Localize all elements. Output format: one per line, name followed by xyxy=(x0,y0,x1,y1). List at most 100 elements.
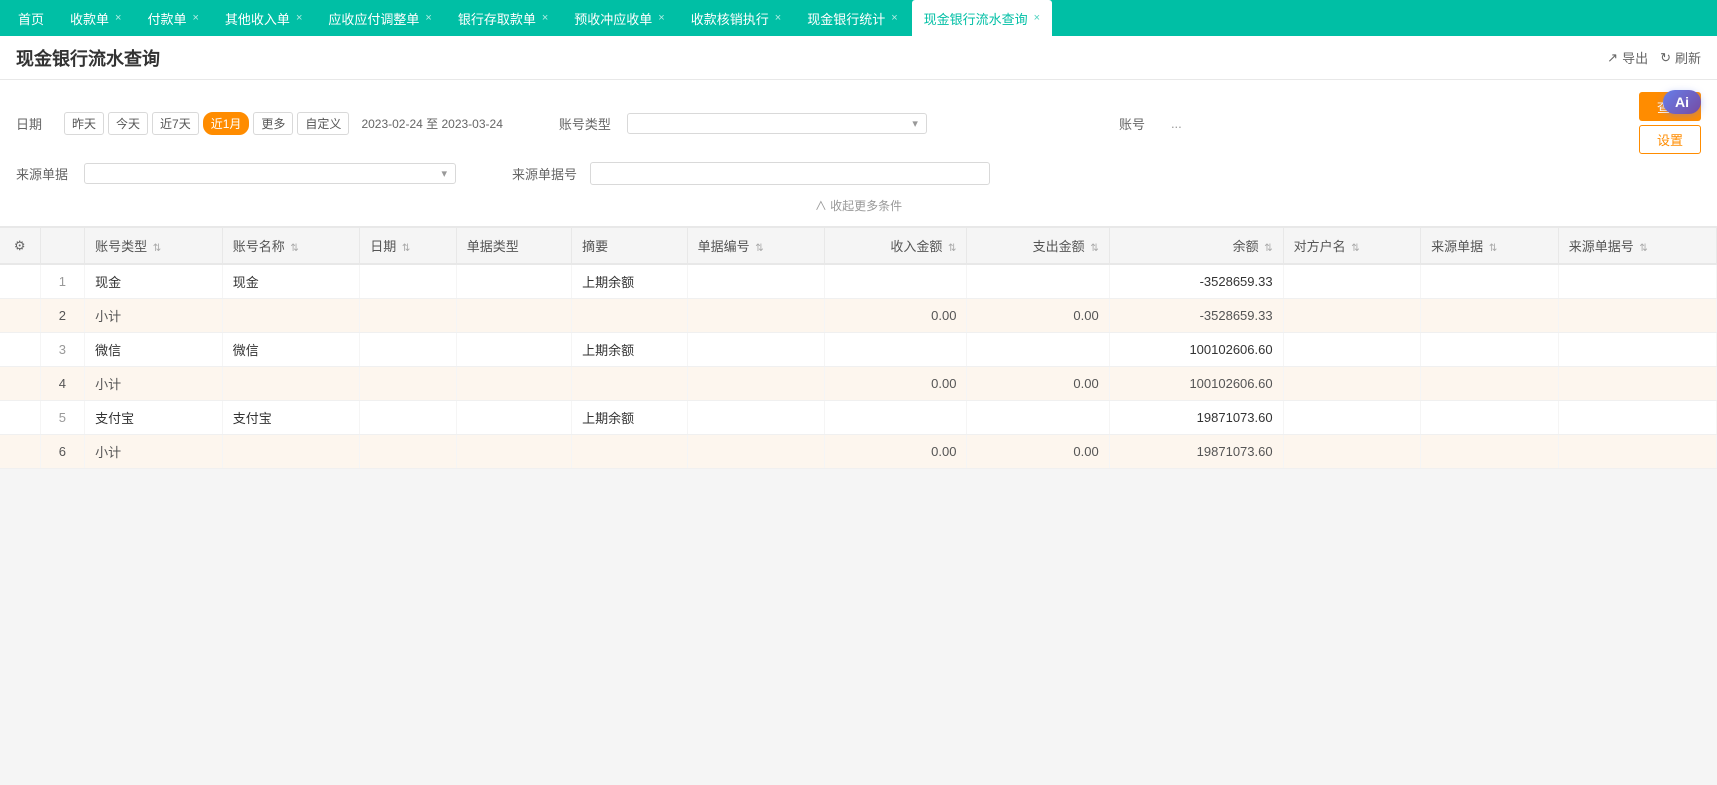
tab-payment[interactable]: 付款单 × xyxy=(135,0,210,36)
table-cell: 支付宝 xyxy=(222,401,360,435)
table-cell xyxy=(967,264,1109,299)
close-icon[interactable]: × xyxy=(115,12,121,24)
account-type-label: 账号类型 xyxy=(559,114,619,133)
tab-advance-offset[interactable]: 预收冲应收单 × xyxy=(562,0,676,36)
col-date-header[interactable]: 日期 ⇅ xyxy=(360,228,456,265)
refresh-icon: ↻ xyxy=(1660,50,1671,66)
table-cell xyxy=(456,367,571,401)
account-label: 账号 xyxy=(1119,114,1159,133)
table-row[interactable]: 4小计0.000.00100102606.60 xyxy=(0,367,1717,401)
tab-receipt[interactable]: 收款单 × xyxy=(58,0,133,36)
col-balance-header[interactable]: 余额 ⇅ xyxy=(1109,228,1283,265)
col-expense-header[interactable]: 支出金额 ⇅ xyxy=(967,228,1109,265)
table-cell xyxy=(687,264,825,299)
table-cell xyxy=(360,367,456,401)
table-cell xyxy=(360,299,456,333)
tab-ar-adjust[interactable]: 应收应付调整单 × xyxy=(316,0,443,36)
table-cell xyxy=(456,333,571,367)
table-row[interactable]: 6小计0.000.0019871073.60 xyxy=(0,435,1717,469)
table-cell xyxy=(1283,367,1421,401)
settings-button[interactable]: 设置 xyxy=(1639,125,1701,154)
col-source-doc-no-header[interactable]: 来源单据号 ⇅ xyxy=(1558,228,1716,265)
date-options: 昨天 今天 近7天 近1月 更多 自定义 xyxy=(64,112,349,135)
col-doc-no-header[interactable]: 单据编号 ⇅ xyxy=(687,228,825,265)
ai-badge[interactable]: Ai xyxy=(1663,90,1701,114)
date-btn-custom[interactable]: 自定义 xyxy=(297,112,349,135)
date-label: 日期 xyxy=(16,114,56,133)
col-num-header xyxy=(40,228,85,265)
tab-write-off[interactable]: 收款核销执行 × xyxy=(679,0,793,36)
table-header-row: ⚙ 账号类型 ⇅ 账号名称 ⇅ 日期 ⇅ 单据类型 摘要 xyxy=(0,228,1717,265)
table-cell xyxy=(1421,299,1559,333)
table-cell: 支付宝 xyxy=(85,401,223,435)
close-icon[interactable]: × xyxy=(775,12,781,24)
table-cell xyxy=(0,367,40,401)
table-cell xyxy=(360,264,456,299)
table-row[interactable]: 3微信微信上期余额100102606.60 xyxy=(0,333,1717,367)
collapse-bar[interactable]: ∧ 收起更多条件 xyxy=(16,193,1701,218)
close-icon[interactable]: × xyxy=(425,12,431,24)
table-cell xyxy=(1421,367,1559,401)
col-settings-header[interactable]: ⚙ xyxy=(0,228,40,265)
source-doc-label: 来源单据 xyxy=(16,164,76,183)
close-icon[interactable]: × xyxy=(296,12,302,24)
table-cell xyxy=(687,435,825,469)
export-button[interactable]: ↗ 导出 xyxy=(1607,48,1648,67)
sort-icon: ⇅ xyxy=(290,243,298,254)
tab-bank-flow[interactable]: 现金银行流水查询 × xyxy=(912,0,1052,36)
table-cell: 100102606.60 xyxy=(1109,367,1283,401)
close-icon[interactable]: × xyxy=(192,12,198,24)
filter-row-source: 来源单据 ▾ 来源单据号 xyxy=(16,162,1701,185)
refresh-button[interactable]: ↻ 刷新 xyxy=(1660,48,1701,67)
table-cell: 上期余额 xyxy=(572,333,687,367)
top-nav: 首页 收款单 × 付款单 × 其他收入单 × 应收应付调整单 × 银行存取款单 … xyxy=(0,0,1717,36)
date-btn-7days[interactable]: 近7天 xyxy=(152,112,199,135)
col-counterparty-header[interactable]: 对方户名 ⇅ xyxy=(1283,228,1421,265)
chevron-down-icon: ▾ xyxy=(441,167,447,180)
sort-icon: ⇅ xyxy=(1489,243,1497,254)
tab-bank-deposit[interactable]: 银行存取款单 × xyxy=(446,0,560,36)
table-cell xyxy=(1283,264,1421,299)
close-icon[interactable]: × xyxy=(891,12,897,24)
source-doc-no-input[interactable] xyxy=(590,162,990,185)
table-cell xyxy=(222,299,360,333)
table-row[interactable]: 2小计0.000.00-3528659.33 xyxy=(0,299,1717,333)
table-cell xyxy=(572,299,687,333)
account-type-select[interactable]: ▾ xyxy=(627,113,927,134)
close-icon[interactable]: × xyxy=(658,12,664,24)
table-cell: 3 xyxy=(40,333,85,367)
table-row[interactable]: 1现金现金上期余额-3528659.33 xyxy=(0,264,1717,299)
table-cell: -3528659.33 xyxy=(1109,264,1283,299)
table-row[interactable]: 5支付宝支付宝上期余额19871073.60 xyxy=(0,401,1717,435)
chevron-up-icon: ∧ xyxy=(815,199,827,213)
close-icon[interactable]: × xyxy=(1034,12,1040,24)
export-icon: ↗ xyxy=(1607,50,1618,66)
account-dots[interactable]: ... xyxy=(1171,116,1182,131)
table-cell xyxy=(687,333,825,367)
date-btn-1month[interactable]: 近1月 xyxy=(203,112,250,135)
table-cell xyxy=(1421,435,1559,469)
chevron-down-icon: ▾ xyxy=(912,117,918,130)
date-btn-today[interactable]: 今天 xyxy=(108,112,148,135)
col-income-header[interactable]: 收入金额 ⇅ xyxy=(825,228,967,265)
date-range: 2023-02-24 至 2023-03-24 xyxy=(361,115,502,132)
filter-area: 日期 昨天 今天 近7天 近1月 更多 自定义 2023-02-24 至 202… xyxy=(0,80,1717,227)
table-cell: 上期余额 xyxy=(572,264,687,299)
col-account-type-header[interactable]: 账号类型 ⇅ xyxy=(85,228,223,265)
sort-icon: ⇅ xyxy=(755,243,763,254)
table-cell xyxy=(1421,401,1559,435)
date-btn-more[interactable]: 更多 xyxy=(253,112,293,135)
tab-other-income[interactable]: 其他收入单 × xyxy=(213,0,314,36)
table-cell xyxy=(1421,264,1559,299)
table-cell xyxy=(360,435,456,469)
close-icon[interactable]: × xyxy=(542,12,548,24)
source-doc-select[interactable]: ▾ xyxy=(84,163,456,184)
table-cell xyxy=(825,333,967,367)
nav-home[interactable]: 首页 xyxy=(4,0,58,36)
sort-icon: ⇅ xyxy=(402,243,410,254)
col-account-name-header[interactable]: 账号名称 ⇅ xyxy=(222,228,360,265)
table-cell xyxy=(0,333,40,367)
date-btn-yesterday[interactable]: 昨天 xyxy=(64,112,104,135)
tab-bank-stat[interactable]: 现金银行统计 × xyxy=(795,0,909,36)
col-source-doc-header[interactable]: 来源单据 ⇅ xyxy=(1421,228,1559,265)
